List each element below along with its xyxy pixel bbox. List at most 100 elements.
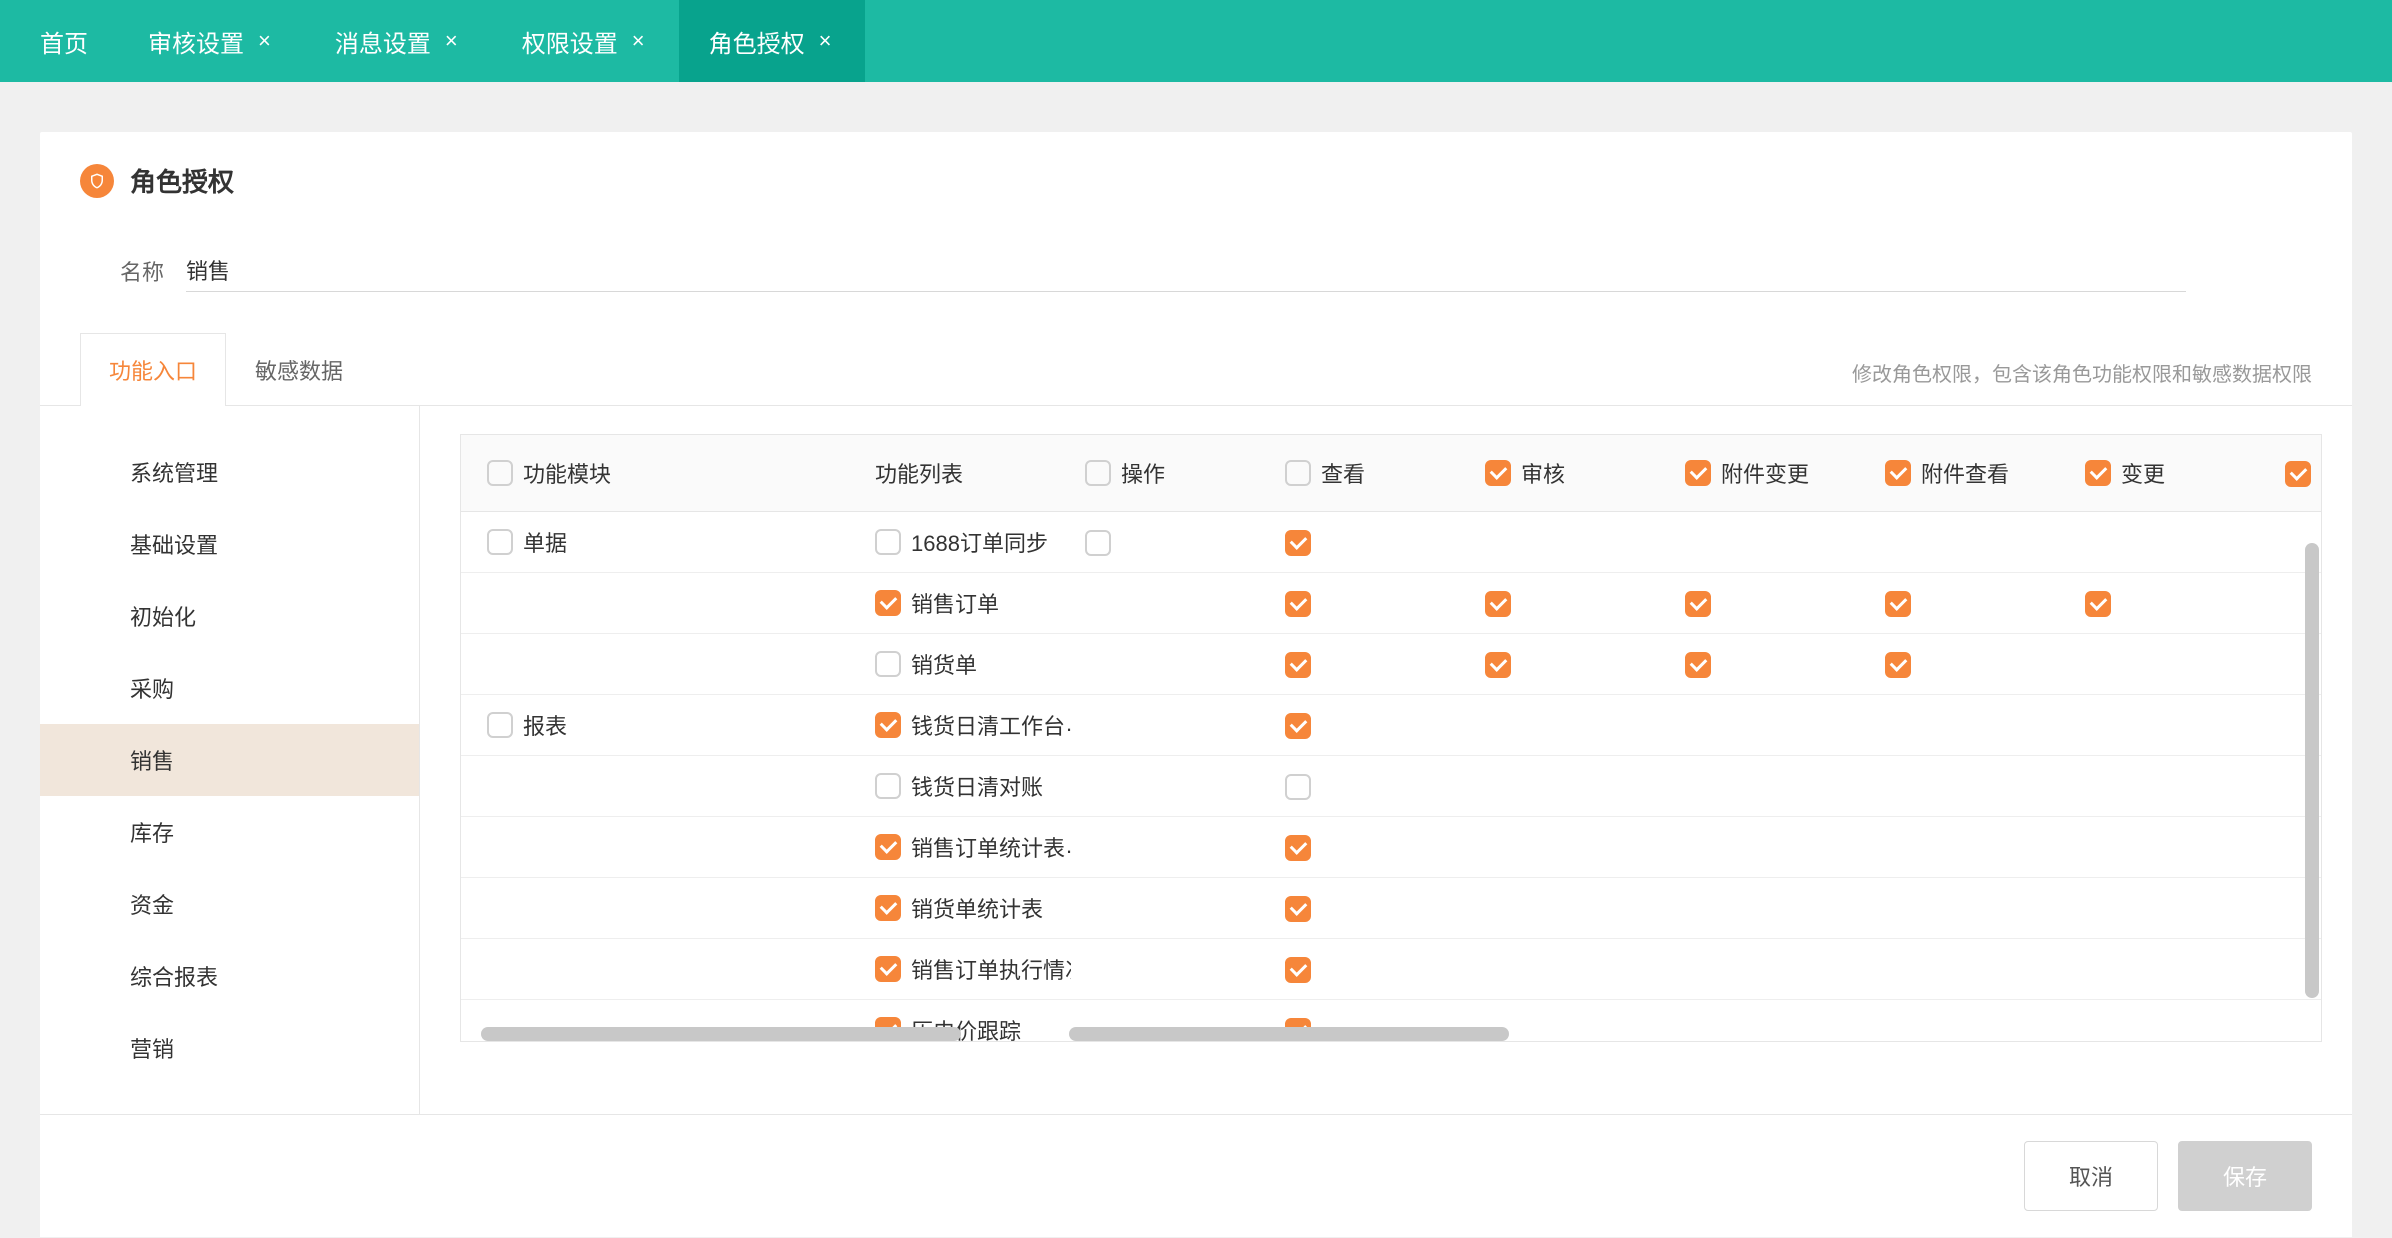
- checkbox-header-change[interactable]: [2085, 460, 2111, 486]
- cell-audit: [1471, 695, 1671, 756]
- cell-list: 钱货日清对账: [861, 756, 1071, 817]
- cell-module: [461, 756, 861, 817]
- cell-change: [2071, 695, 2271, 756]
- top-nav-bar: 首页审核设置×消息设置×权限设置×角色授权×: [0, 0, 2392, 82]
- checkbox-view-r2[interactable]: [1285, 652, 1311, 678]
- horizontal-scrollbar-track[interactable]: [461, 1027, 2321, 1041]
- checkbox-op-r0[interactable]: [1085, 530, 1111, 556]
- checkbox-label: 报表: [523, 709, 567, 741]
- checkbox-attach-change-r1[interactable]: [1685, 591, 1711, 617]
- sidebar-item-5[interactable]: 库存: [40, 796, 419, 868]
- cell-attach-view: [1871, 695, 2071, 756]
- nav-tab-2[interactable]: 消息设置 ×: [305, 0, 492, 82]
- checkbox-list-r0[interactable]: [875, 529, 901, 555]
- checkbox-label: 查看: [1321, 457, 1365, 489]
- cell-module: [461, 878, 861, 939]
- cell-op: [1071, 695, 1271, 756]
- checkbox-view-r3[interactable]: [1285, 713, 1311, 739]
- cell-audit: [1471, 817, 1671, 878]
- content-tab-1[interactable]: 敏感数据: [226, 333, 372, 406]
- sidebar-item-6[interactable]: 资金: [40, 868, 419, 940]
- checkbox-view-r6[interactable]: [1285, 896, 1311, 922]
- header-module: 功能模块: [461, 435, 861, 512]
- cell-audit: [1471, 878, 1671, 939]
- name-label: 名称: [120, 255, 164, 287]
- nav-tab-label: 权限设置: [522, 24, 618, 59]
- vertical-scrollbar-track[interactable]: [2305, 435, 2319, 1041]
- checkbox-header-module[interactable]: [487, 460, 513, 486]
- checkbox-header-attach-view[interactable]: [1885, 460, 1911, 486]
- sidebar-item-8[interactable]: 营销: [40, 1012, 419, 1084]
- checkbox-list-r7[interactable]: [875, 956, 901, 982]
- nav-tab-label: 消息设置: [335, 24, 431, 59]
- cell-list: 销售订单: [861, 573, 1071, 634]
- checkbox-list-r2[interactable]: [875, 651, 901, 677]
- nav-tab-0[interactable]: 首页: [10, 0, 118, 82]
- cell-attach-view: [1871, 634, 2071, 695]
- checkbox-header-audit[interactable]: [1485, 460, 1511, 486]
- checkbox-attach-view-r2[interactable]: [1885, 652, 1911, 678]
- sidebar-item-4[interactable]: 销售: [40, 724, 419, 796]
- table-scroll-container[interactable]: 功能模块功能列表操作查看审核附件变更附件查看变更 单据1688订单同步销售订单销…: [460, 434, 2322, 1042]
- name-input[interactable]: [186, 249, 2186, 292]
- checkbox-header-op[interactable]: [1085, 460, 1111, 486]
- horizontal-scrollbar-thumb-right[interactable]: [1069, 1027, 1509, 1041]
- cell-attach-change: [1671, 817, 1871, 878]
- checkbox-list-r1[interactable]: [875, 590, 901, 616]
- checkbox-view-r7[interactable]: [1285, 957, 1311, 983]
- checkbox-view-r4[interactable]: [1285, 774, 1311, 800]
- nav-tab-4[interactable]: 角色授权×: [679, 0, 866, 82]
- checkbox-list-r3[interactable]: [875, 712, 901, 738]
- cell-view: [1271, 878, 1471, 939]
- sidebar-item-7[interactable]: 综合报表: [40, 940, 419, 1012]
- checkbox-view-r5[interactable]: [1285, 835, 1311, 861]
- cell-list: 钱货日清工作台: [861, 695, 1071, 756]
- close-icon[interactable]: ×: [628, 28, 649, 54]
- nav-tab-label: 首页: [40, 24, 88, 59]
- sidebar-item-3[interactable]: 采购: [40, 652, 419, 724]
- cell-module: 报表: [461, 695, 861, 756]
- sidebar-item-2[interactable]: 初始化: [40, 580, 419, 652]
- cell-audit: [1471, 512, 1671, 573]
- header-view: 查看: [1271, 435, 1471, 512]
- nav-tab-3[interactable]: 权限设置 ×: [492, 0, 679, 82]
- close-icon[interactable]: ×: [254, 28, 275, 54]
- checkbox-audit-r2[interactable]: [1485, 652, 1511, 678]
- checkbox-change-r1[interactable]: [2085, 591, 2111, 617]
- save-button[interactable]: 保存: [2178, 1141, 2312, 1211]
- checkbox-label: 单据: [523, 526, 567, 558]
- vertical-scrollbar-thumb[interactable]: [2305, 543, 2319, 998]
- checkbox-list-r6[interactable]: [875, 895, 901, 921]
- sidebar-item-0[interactable]: 系统管理: [40, 436, 419, 508]
- checkbox-label: 审核: [1521, 457, 1565, 489]
- checkbox-attach-change-r2[interactable]: [1685, 652, 1711, 678]
- header-change: 变更: [2071, 435, 2271, 512]
- horizontal-scrollbar-thumb-left[interactable]: [481, 1027, 961, 1041]
- checkbox-label: 附件变更: [1721, 457, 1809, 489]
- cell-view: [1271, 817, 1471, 878]
- checkbox-list-r4[interactable]: [875, 773, 901, 799]
- checkbox-view-r0[interactable]: [1285, 530, 1311, 556]
- checkbox-label: 销售订单执行情况: [911, 953, 1071, 985]
- cancel-button[interactable]: 取消: [2024, 1141, 2158, 1211]
- content-tab-0[interactable]: 功能入口: [80, 333, 226, 406]
- cell-audit: [1471, 756, 1671, 817]
- checkbox-view-r1[interactable]: [1285, 591, 1311, 617]
- checkbox-audit-r1[interactable]: [1485, 591, 1511, 617]
- checkbox-module-r0[interactable]: [487, 529, 513, 555]
- cell-attach-change: [1671, 512, 1871, 573]
- sidebar-item-1[interactable]: 基础设置: [40, 508, 419, 580]
- checkbox-header-attach-change[interactable]: [1685, 460, 1711, 486]
- cell-op: [1071, 634, 1271, 695]
- nav-tab-1[interactable]: 审核设置×: [118, 0, 305, 82]
- checkbox-module-r3[interactable]: [487, 712, 513, 738]
- close-icon[interactable]: ×: [441, 28, 462, 54]
- checkbox-header-view[interactable]: [1285, 460, 1311, 486]
- cell-op: [1071, 878, 1271, 939]
- checkbox-label: 1688订单同步: [911, 526, 1048, 558]
- table-header-row: 功能模块功能列表操作查看审核附件变更附件查看变更: [461, 435, 2322, 512]
- cell-attach-view: [1871, 756, 2071, 817]
- close-icon[interactable]: ×: [815, 28, 836, 54]
- checkbox-list-r5[interactable]: [875, 834, 901, 860]
- checkbox-attach-view-r1[interactable]: [1885, 591, 1911, 617]
